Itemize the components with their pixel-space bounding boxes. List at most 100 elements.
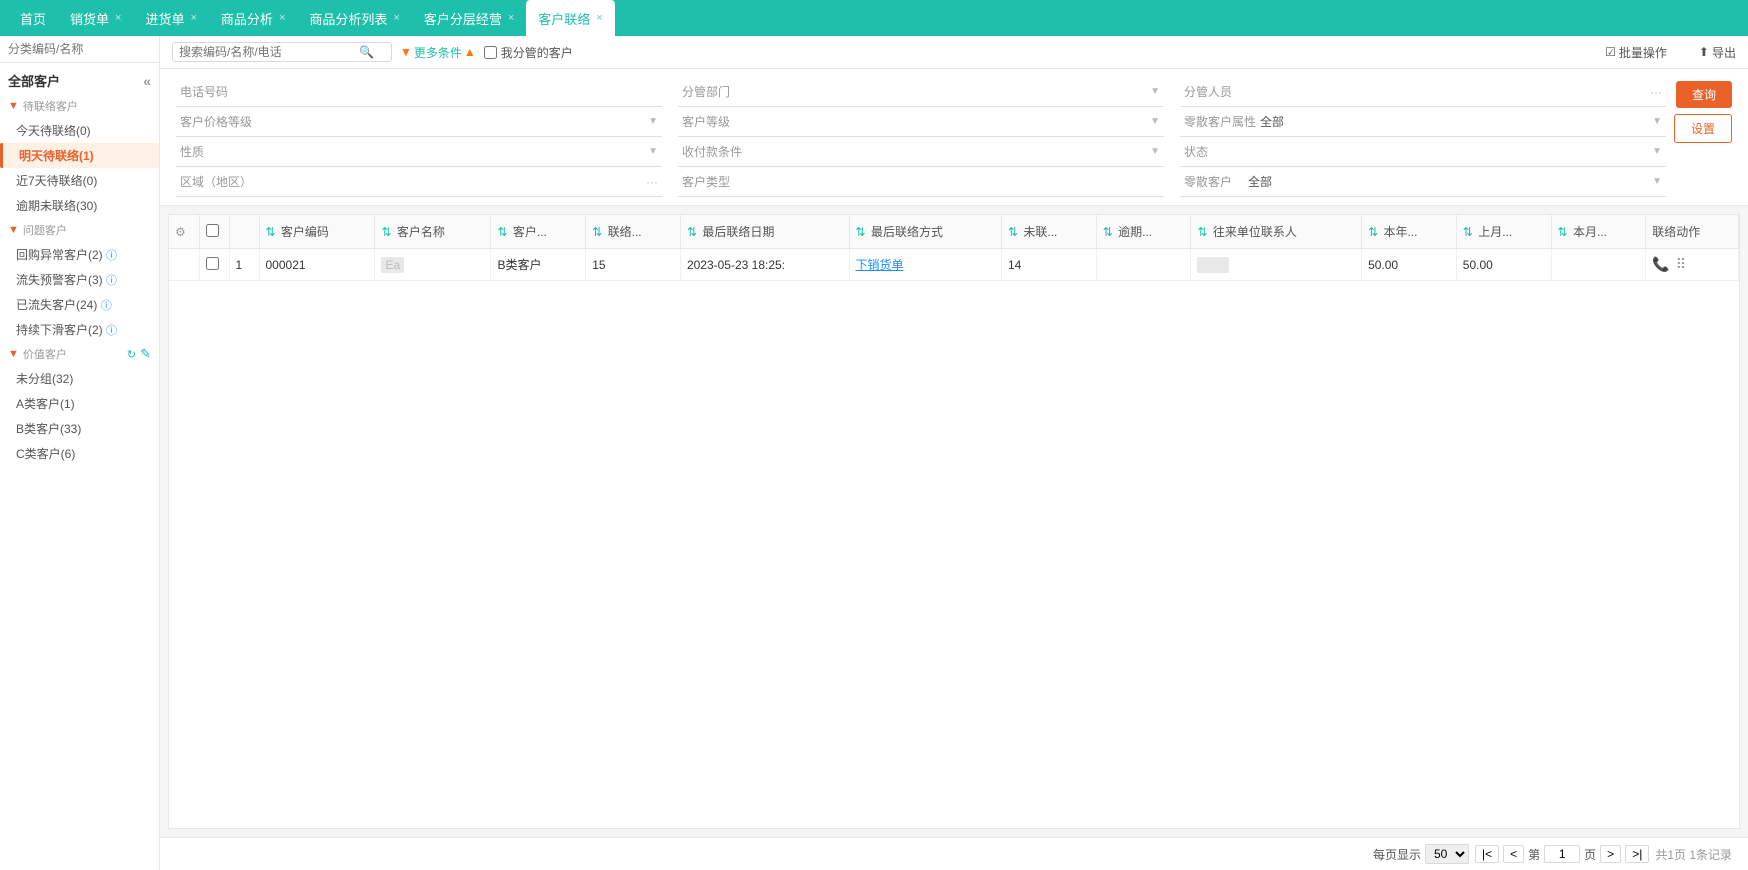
page-number-input[interactable] xyxy=(1544,845,1580,863)
nav-home[interactable]: 首页 xyxy=(8,0,58,36)
batch-ops-btn[interactable]: ☑ 批量操作 xyxy=(1605,44,1667,61)
region-more-icon[interactable]: ··· xyxy=(646,175,658,189)
customer-level-dropdown-icon[interactable]: ▼ xyxy=(1150,116,1160,127)
search-icon[interactable]: 🔍 xyxy=(359,45,374,59)
sidebar-item-today[interactable]: 今天待联络(0) xyxy=(0,118,159,143)
col-unit-sort-icon[interactable]: ⇅ xyxy=(1197,225,1207,239)
sidebar-problem-group: ▼ 问题客户 xyxy=(0,218,159,242)
sidebar-item-7days[interactable]: 近7天待联络(0) xyxy=(0,168,159,193)
query-button[interactable]: 查询 xyxy=(1676,81,1732,108)
sidebar-item-class-c[interactable]: C类客户(6) xyxy=(0,441,159,466)
sidebar-item-churn-warning[interactable]: 流失预警客户(3) ⓘ xyxy=(0,267,159,292)
nav-product-analysis[interactable]: 商品分析 × xyxy=(209,0,297,36)
close-customer-contact[interactable]: × xyxy=(596,12,602,24)
table-area: ⚙ ⇅ 客户编码 ⇅ 客户名称 xyxy=(168,214,1740,829)
sidebar-item-repurchase[interactable]: 回购异常客户(2) ⓘ xyxy=(0,242,159,267)
my-customers-checkbox[interactable] xyxy=(484,46,497,59)
filter-gender: 性质 ▼ xyxy=(176,137,662,167)
table-row: 1 000021 Ea B类客户 15 2023-05-23 18:25: 下销… xyxy=(169,249,1739,281)
search-input-wrap[interactable]: 🔍 xyxy=(172,42,392,62)
content-area: 🔍 ▼ 更多条件 ▲ 我分管的客户 ☑ 批量操作 ⬆ 导出 xyxy=(160,36,1748,870)
nav-purchase-order[interactable]: 进货单 × xyxy=(133,0,208,36)
main-search-input[interactable] xyxy=(179,45,359,59)
prev-page-btn[interactable]: < xyxy=(1503,845,1524,863)
row-name-blurred: Ea xyxy=(381,257,404,273)
settings-button[interactable]: 设置 xyxy=(1674,114,1732,143)
sidebar-item-class-b[interactable]: B类客户(33) xyxy=(0,416,159,441)
row-overdue xyxy=(1096,249,1191,281)
nav-product-analysis-list[interactable]: 商品分析列表 × xyxy=(297,0,411,36)
close-purchase-order[interactable]: × xyxy=(190,12,196,24)
row-this-year: 50.00 xyxy=(1362,249,1457,281)
row-action: 📞 ⠿ xyxy=(1646,249,1739,281)
filter-retail-attr: 零散客户属性 全部 ▼ xyxy=(1180,107,1666,137)
col-name-sort-icon[interactable]: ⇅ xyxy=(381,225,391,239)
nav-sales-order[interactable]: 销货单 × xyxy=(58,0,133,36)
retail-customer-dropdown-icon[interactable]: ▼ xyxy=(1652,176,1662,187)
row-last-month: 50.00 xyxy=(1456,249,1551,281)
row-action-phone-icon[interactable]: 📞 xyxy=(1652,256,1669,273)
row-last-date: 2023-05-23 18:25: xyxy=(680,249,849,281)
col-last-month-sort-icon[interactable]: ⇅ xyxy=(1463,225,1473,239)
retail-attr-dropdown-icon[interactable]: ▼ xyxy=(1652,116,1662,127)
manager-more-icon[interactable]: ··· xyxy=(1650,85,1662,99)
col-year-sort-icon[interactable]: ⇅ xyxy=(1368,225,1378,239)
next-page-btn[interactable]: > xyxy=(1600,845,1621,863)
col-last-way-sort-icon[interactable]: ⇅ xyxy=(856,225,866,239)
row-settings-cell xyxy=(169,249,199,281)
close-sales-order[interactable]: × xyxy=(115,12,121,24)
close-product-analysis-list[interactable]: × xyxy=(393,12,399,24)
sidebar-item-overdue[interactable]: 逾期未联络(30) xyxy=(0,193,159,218)
table-settings-icon[interactable]: ⚙ xyxy=(175,225,186,239)
last-page-btn[interactable]: >| xyxy=(1625,845,1649,863)
sidebar-search-input[interactable] xyxy=(8,42,160,56)
sidebar-item-class-a[interactable]: A类客户(1) xyxy=(0,391,159,416)
filter-payment: 收付款条件 ▼ xyxy=(678,137,1164,167)
more-conditions-btn[interactable]: ▼ 更多条件 ▲ xyxy=(400,44,476,61)
sidebar-pending-group: ▼ 待联络客户 xyxy=(0,94,159,118)
close-customer-tier[interactable]: × xyxy=(508,12,514,24)
col-type-sort-icon[interactable]: ⇅ xyxy=(497,225,507,239)
select-all-checkbox[interactable] xyxy=(206,224,219,237)
top-nav: 首页 销货单 × 进货单 × 商品分析 × 商品分析列表 × 客户分层经营 × … xyxy=(0,0,1748,36)
col-this-month-header: ⇅ 本月... xyxy=(1551,215,1646,249)
sidebar-item-ungrouped[interactable]: 未分组(32) xyxy=(0,366,159,391)
first-page-btn[interactable]: |< xyxy=(1475,845,1499,863)
pagination: 每页显示 50 |< < 第 页 > >| 共1页 1条记录 xyxy=(160,837,1748,870)
col-this-month-sort-icon[interactable]: ⇅ xyxy=(1558,225,1568,239)
row-last-way-link[interactable]: 下销货单 xyxy=(856,258,904,272)
sidebar-collapse-icon[interactable]: « xyxy=(143,73,151,89)
nav-customer-tier[interactable]: 客户分层经营 × xyxy=(412,0,526,36)
close-product-analysis[interactable]: × xyxy=(279,12,285,24)
row-action-more-icon[interactable]: ⠿ xyxy=(1676,256,1686,273)
gender-dropdown-icon[interactable]: ▼ xyxy=(648,146,658,157)
sidebar-item-lost[interactable]: 已流失客户(24) ⓘ xyxy=(0,292,159,317)
nav-customer-contact[interactable]: 客户联络 × xyxy=(526,0,614,36)
col-contact-header: ⇅ 联络... xyxy=(586,215,681,249)
page-size-dropdown[interactable]: 50 xyxy=(1425,844,1469,864)
col-index-header xyxy=(229,215,259,249)
row-last-way: 下销货单 xyxy=(849,249,1001,281)
customer-price-dropdown-icon[interactable]: ▼ xyxy=(648,116,658,127)
col-not-contacted-sort-icon[interactable]: ⇅ xyxy=(1008,225,1018,239)
search-bar: 🔍 ▼ 更多条件 ▲ 我分管的客户 ☑ 批量操作 ⬆ 导出 xyxy=(160,36,1748,69)
payment-dropdown-icon[interactable]: ▼ xyxy=(1150,146,1160,157)
sidebar-item-tomorrow[interactable]: 明天待联络(1) xyxy=(0,143,159,168)
filter-region: 区域（地区） ··· xyxy=(176,167,662,197)
col-last-date-sort-icon[interactable]: ⇅ xyxy=(687,225,697,239)
col-contact-sort-icon[interactable]: ⇅ xyxy=(592,225,602,239)
row-checkbox[interactable] xyxy=(206,257,219,270)
filter-customer-price: 客户价格等级 ▼ xyxy=(176,107,662,137)
status-dropdown-icon[interactable]: ▼ xyxy=(1652,146,1662,157)
sidebar-item-declining[interactable]: 持续下滑客户(2) ⓘ xyxy=(0,317,159,342)
col-not-contacted-header: ⇅ 未联... xyxy=(1001,215,1096,249)
export-btn[interactable]: ⬆ 导出 xyxy=(1699,44,1736,61)
sidebar-all-customers[interactable]: 全部客户 « xyxy=(0,63,159,94)
my-customers-check[interactable]: 我分管的客户 xyxy=(484,44,573,61)
col-code-sort-icon[interactable]: ⇅ xyxy=(266,225,276,239)
col-action-header: 联络动作 xyxy=(1646,215,1739,249)
dept-dropdown-icon[interactable]: ▼ xyxy=(1150,86,1160,97)
col-overdue-sort-icon[interactable]: ⇅ xyxy=(1103,225,1113,239)
filter-manager: 分管人员 ··· xyxy=(1180,77,1666,107)
filter-dept: 分管部门 ▼ xyxy=(678,77,1164,107)
